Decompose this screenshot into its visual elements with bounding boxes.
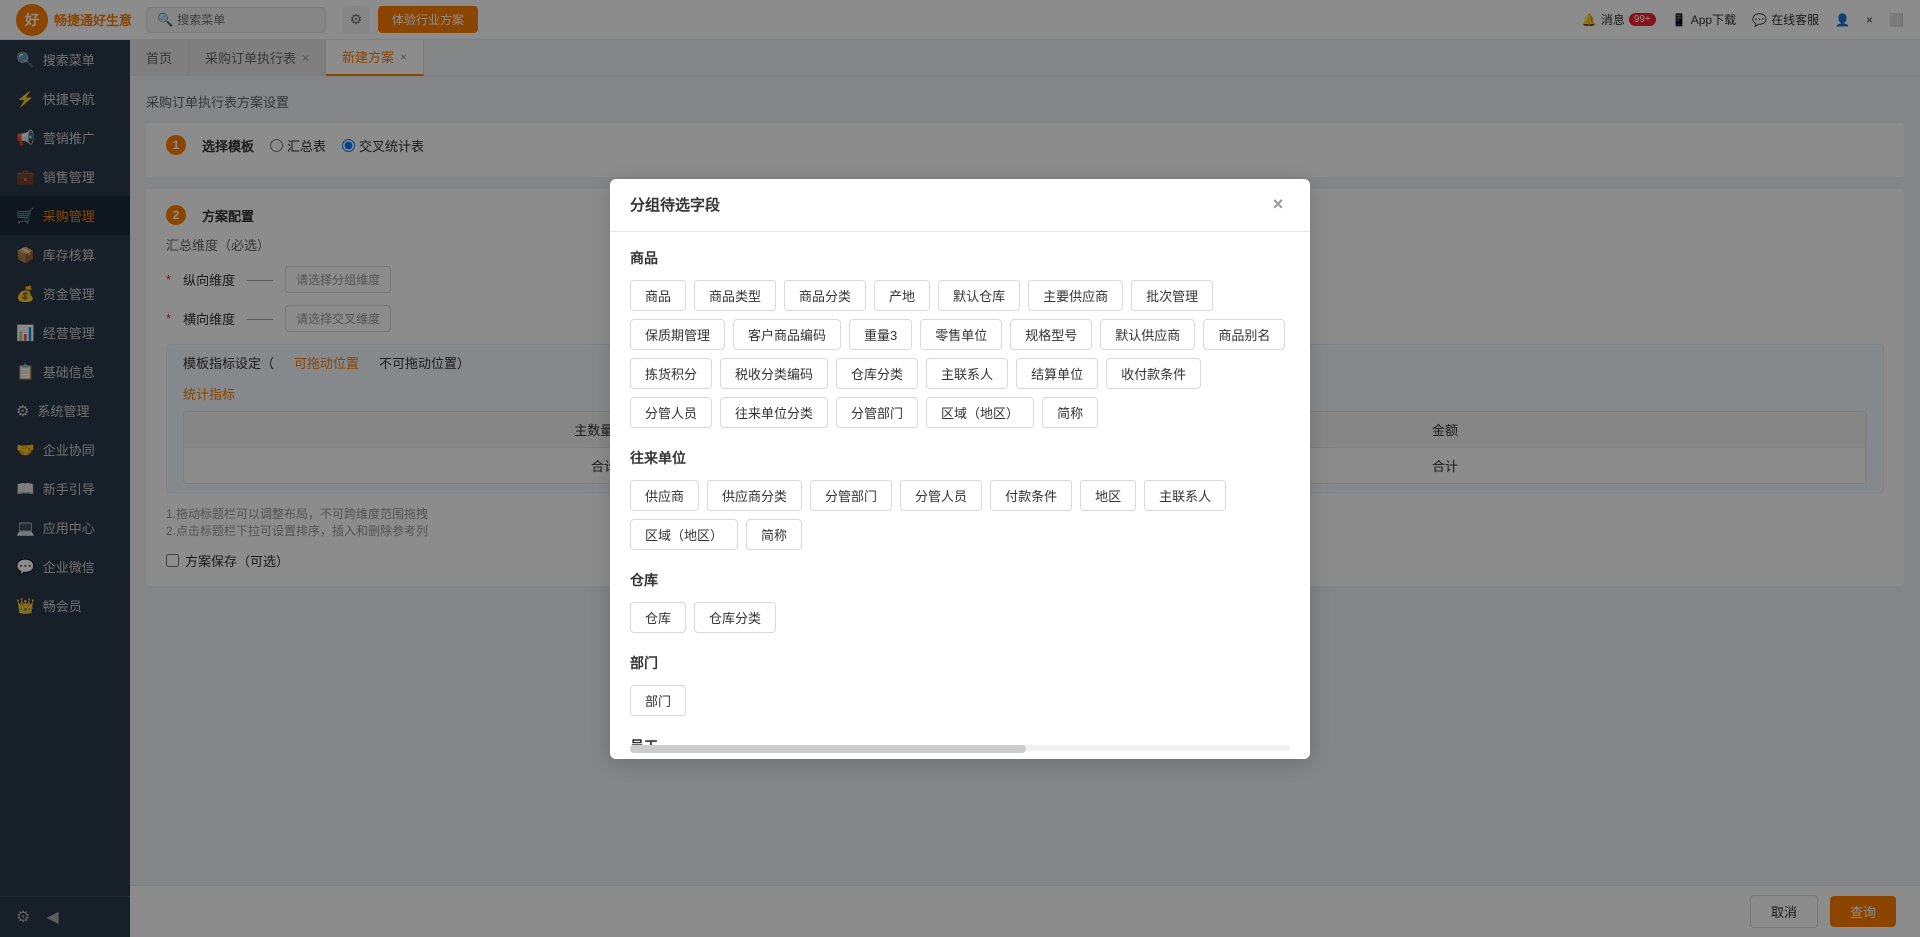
section-product-title: 商品	[630, 248, 1290, 268]
modal-hscroll-thumb[interactable]	[630, 745, 1026, 753]
field-tag[interactable]: 供应商分类	[707, 480, 802, 511]
section-employee-title: 员工	[630, 736, 1290, 745]
modal-body: 商品 商品 商品类型 商品分类 产地 默认仓库 主要供应商 批次管理 保质期管理…	[610, 232, 1310, 745]
section-partner-tags: 供应商 供应商分类 分管部门 分管人员 付款条件 地区 主联系人 区域（地区） …	[630, 480, 1290, 550]
field-tag[interactable]: 仓库	[630, 602, 686, 633]
field-tag[interactable]: 批次管理	[1131, 280, 1213, 311]
field-tag[interactable]: 客户商品编码	[733, 319, 841, 350]
modal: 分组待选字段 × 商品 商品 商品类型 商品分类 产地 默认仓库 主要供应商 批…	[610, 179, 1310, 759]
section-department-title: 部门	[630, 653, 1290, 673]
field-tag[interactable]: 分管人员	[900, 480, 982, 511]
field-tag[interactable]: 仓库分类	[694, 602, 776, 633]
modal-close-button[interactable]: ×	[1266, 193, 1290, 217]
field-tag[interactable]: 主要供应商	[1028, 280, 1123, 311]
field-tag[interactable]: 部门	[630, 685, 686, 716]
field-tag[interactable]: 分管人员	[630, 397, 712, 428]
field-tag[interactable]: 区域（地区）	[926, 397, 1034, 428]
field-tag[interactable]: 拣货积分	[630, 358, 712, 389]
section-warehouse-title: 仓库	[630, 570, 1290, 590]
field-tag[interactable]: 主联系人	[1144, 480, 1226, 511]
field-tag[interactable]: 规格型号	[1010, 319, 1092, 350]
field-tag[interactable]: 分管部门	[810, 480, 892, 511]
field-tag[interactable]: 收付款条件	[1106, 358, 1201, 389]
field-tag[interactable]: 零售单位	[920, 319, 1002, 350]
field-tag[interactable]: 简称	[1042, 397, 1098, 428]
field-tag[interactable]: 分管部门	[836, 397, 918, 428]
section-warehouse: 仓库 仓库 仓库分类	[630, 570, 1290, 633]
field-tag[interactable]: 付款条件	[990, 480, 1072, 511]
section-product: 商品 商品 商品类型 商品分类 产地 默认仓库 主要供应商 批次管理 保质期管理…	[630, 248, 1290, 428]
section-department: 部门 部门	[630, 653, 1290, 716]
field-tag[interactable]: 地区	[1080, 480, 1136, 511]
field-tag[interactable]: 主联系人	[926, 358, 1008, 389]
field-tag[interactable]: 简称	[746, 519, 802, 550]
field-tag[interactable]: 商品类型	[694, 280, 776, 311]
field-tag[interactable]: 供应商	[630, 480, 699, 511]
field-tag[interactable]: 仓库分类	[836, 358, 918, 389]
field-tag[interactable]: 往来单位分类	[720, 397, 828, 428]
field-tag[interactable]: 税收分类编码	[720, 358, 828, 389]
field-tag[interactable]: 区域（地区）	[630, 519, 738, 550]
section-product-tags: 商品 商品类型 商品分类 产地 默认仓库 主要供应商 批次管理 保质期管理 客户…	[630, 280, 1290, 428]
modal-header: 分组待选字段 ×	[610, 179, 1310, 232]
field-tag[interactable]: 默认仓库	[938, 280, 1020, 311]
field-tag[interactable]: 商品别名	[1203, 319, 1285, 350]
section-partner: 往来单位 供应商 供应商分类 分管部门 分管人员 付款条件 地区 主联系人 区域…	[630, 448, 1290, 550]
field-tag[interactable]: 重量3	[849, 319, 912, 350]
field-tag[interactable]: 商品	[630, 280, 686, 311]
modal-title: 分组待选字段	[630, 194, 720, 215]
section-partner-title: 往来单位	[630, 448, 1290, 468]
modal-horizontal-scrollbar[interactable]	[630, 745, 1290, 751]
field-tag[interactable]: 商品分类	[784, 280, 866, 311]
field-tag[interactable]: 保质期管理	[630, 319, 725, 350]
section-employee: 员工 业务员	[630, 736, 1290, 745]
modal-overlay[interactable]: 分组待选字段 × 商品 商品 商品类型 商品分类 产地 默认仓库 主要供应商 批…	[0, 0, 1920, 937]
field-tag[interactable]: 默认供应商	[1100, 319, 1195, 350]
field-tag[interactable]: 结算单位	[1016, 358, 1098, 389]
section-department-tags: 部门	[630, 685, 1290, 716]
field-tag[interactable]: 产地	[874, 280, 930, 311]
section-warehouse-tags: 仓库 仓库分类	[630, 602, 1290, 633]
